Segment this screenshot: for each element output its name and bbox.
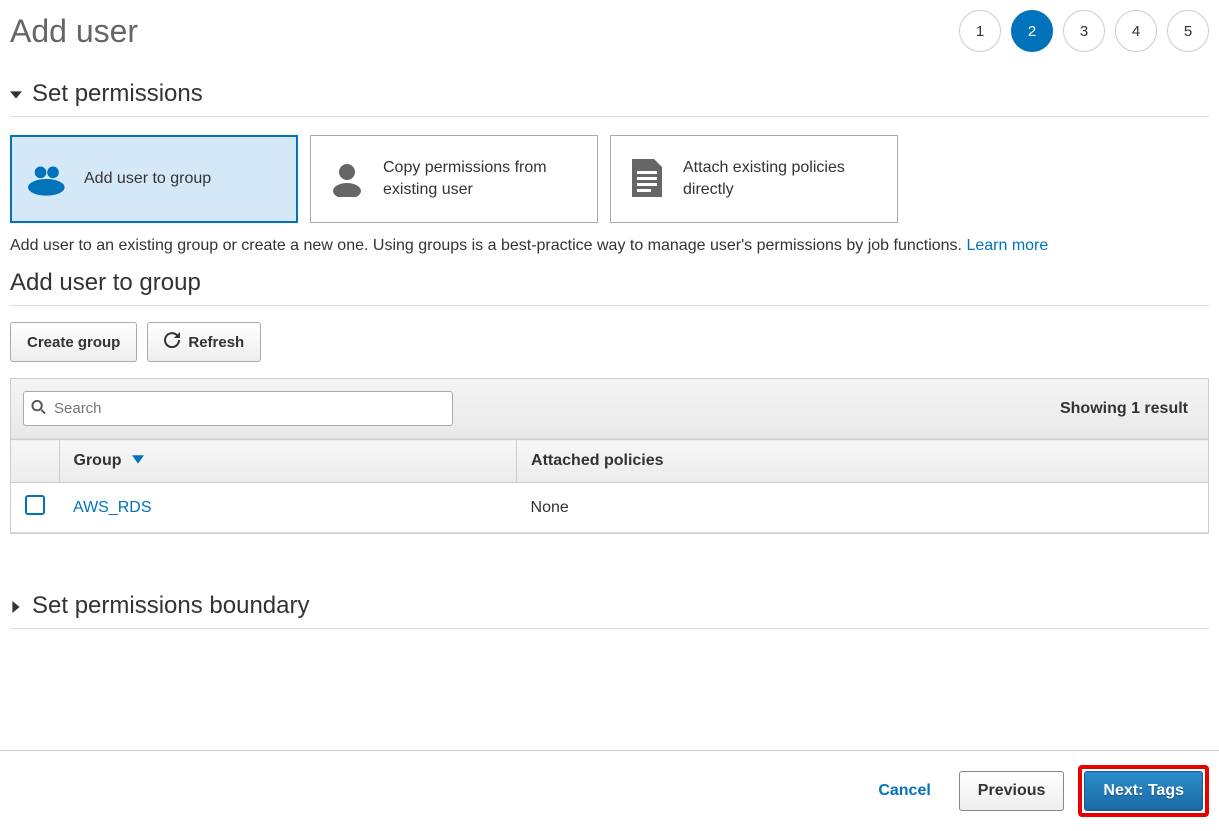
caret-down-icon: [10, 88, 22, 100]
policies-cell: None: [517, 483, 1208, 533]
page-title: Add user: [10, 13, 138, 50]
step-2[interactable]: 2: [1011, 10, 1053, 52]
refresh-icon: [164, 332, 180, 352]
wizard-footer: Cancel Previous Next: Tags: [0, 750, 1219, 831]
search-icon: [31, 399, 46, 418]
add-user-to-group-title: Add user to group: [10, 269, 1209, 306]
permissions-boundary-header[interactable]: Set permissions boundary: [10, 584, 1209, 629]
caret-right-icon: [10, 600, 22, 612]
step-3[interactable]: 3: [1063, 10, 1105, 52]
person-icon: [327, 159, 367, 199]
option-copy-permissions-label: Copy permissions from existing user: [383, 157, 581, 202]
refresh-button-label: Refresh: [188, 334, 244, 351]
step-4[interactable]: 4: [1115, 10, 1157, 52]
col-group[interactable]: Group: [59, 440, 517, 483]
learn-more-link[interactable]: Learn more: [966, 237, 1048, 254]
table-row[interactable]: AWS_RDS None: [11, 483, 1208, 533]
set-permissions-title: Set permissions: [32, 80, 203, 108]
wizard-steps: 1 2 3 4 5: [959, 10, 1209, 52]
refresh-button[interactable]: Refresh: [147, 322, 261, 362]
search-wrap: [23, 391, 453, 426]
col-checkbox: [11, 440, 59, 483]
cancel-button[interactable]: Cancel: [864, 774, 944, 808]
next-button[interactable]: Next: Tags: [1084, 771, 1203, 811]
search-input[interactable]: [23, 391, 453, 426]
next-highlight: Next: Tags: [1078, 765, 1209, 817]
create-group-button[interactable]: Create group: [10, 322, 137, 362]
col-policies[interactable]: Attached policies: [517, 440, 1208, 483]
permissions-boundary-title: Set permissions boundary: [32, 592, 309, 620]
groups-table: Showing 1 result Group Attached policies: [10, 378, 1209, 534]
option-add-user-to-group-label: Add user to group: [84, 168, 211, 190]
sort-icon: [132, 452, 144, 470]
row-checkbox[interactable]: [25, 495, 45, 515]
permissions-description: Add user to an existing group or create …: [10, 237, 1209, 255]
group-name-cell[interactable]: AWS_RDS: [59, 483, 517, 533]
option-add-user-to-group[interactable]: Add user to group: [10, 135, 298, 223]
permissions-description-text: Add user to an existing group or create …: [10, 237, 966, 254]
previous-button[interactable]: Previous: [959, 771, 1065, 811]
step-1[interactable]: 1: [959, 10, 1001, 52]
set-permissions-header[interactable]: Set permissions: [10, 72, 1209, 117]
document-icon: [627, 159, 667, 199]
option-attach-policies-label: Attach existing policies directly: [683, 157, 881, 202]
option-attach-policies[interactable]: Attach existing policies directly: [610, 135, 898, 223]
result-count: Showing 1 result: [1060, 400, 1196, 418]
col-group-label: Group: [74, 452, 122, 469]
group-icon: [28, 159, 68, 199]
step-5[interactable]: 5: [1167, 10, 1209, 52]
option-copy-permissions[interactable]: Copy permissions from existing user: [310, 135, 598, 223]
